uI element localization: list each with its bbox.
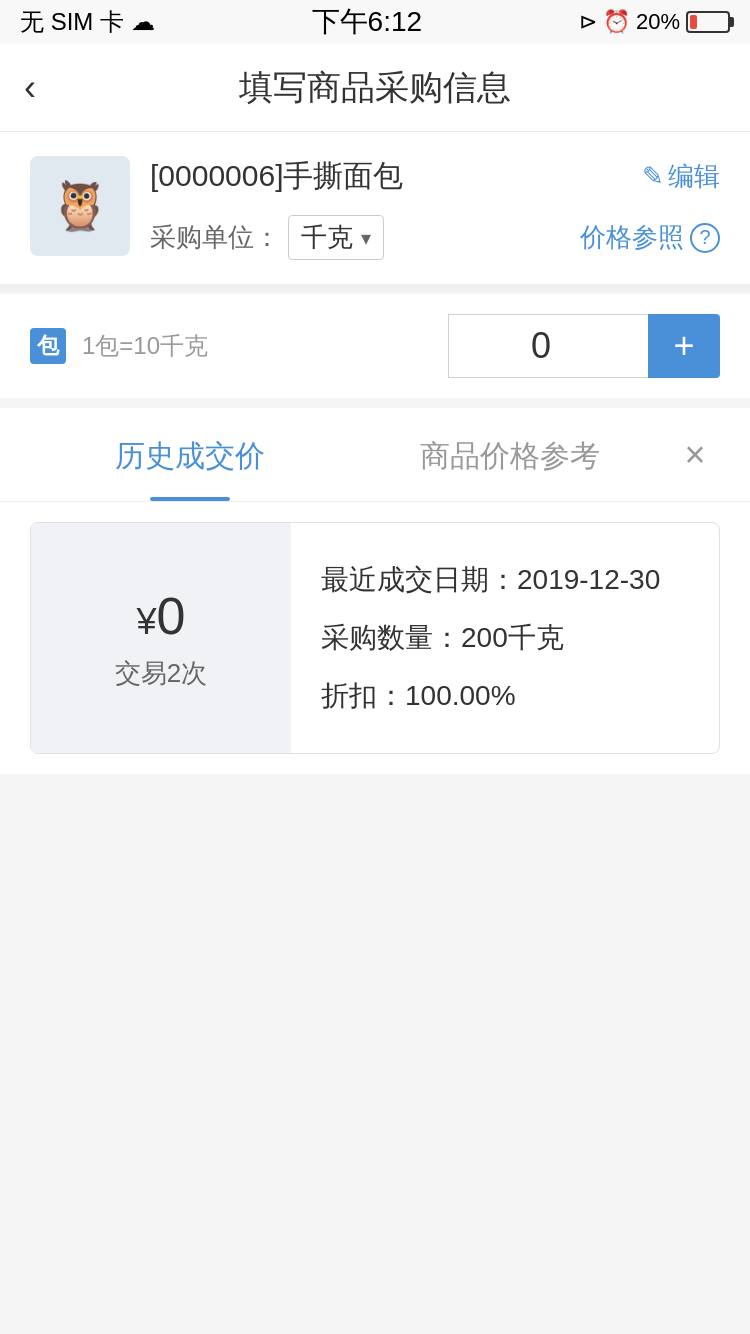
page-title: 填写商品采购信息 — [239, 65, 511, 111]
detail-qty-row: 采购数量：200千克 — [321, 617, 689, 659]
product-name-row: [0000006]手撕面包 ✎ 编辑 — [150, 156, 720, 197]
quantity-sub-label: 1包=10千克 — [82, 330, 208, 362]
status-bar: 无 SIM 卡 ☁ 下午6:12 ⊳ ⏰ 20% — [0, 0, 750, 44]
edit-icon: ✎ — [642, 161, 664, 192]
status-time: 下午6:12 — [312, 3, 423, 41]
product-thumbnail: 🦉 — [30, 156, 130, 256]
back-button[interactable]: ‹ — [24, 67, 36, 109]
alarm-icon: ⏰ — [603, 9, 630, 35]
header: ‹ 填写商品采购信息 — [0, 44, 750, 132]
detail-date-row: 最近成交日期：2019-12-30 — [321, 559, 689, 601]
tab-close-button[interactable]: × — [670, 430, 720, 480]
price-ref-label: 价格参照 — [580, 220, 684, 255]
sim-label: 无 SIM 卡 ☁ — [20, 6, 155, 38]
qty-detail-value: 200千克 — [461, 622, 564, 653]
quantity-input-group: + — [448, 314, 720, 378]
qty-detail-label: 采购数量： — [321, 622, 461, 653]
quantity-input[interactable] — [448, 314, 648, 378]
tabs-section: 历史成交价 商品价格参考 × — [0, 408, 750, 502]
trade-count: 交易2次 — [115, 656, 207, 691]
status-right: ⊳ ⏰ 20% — [579, 9, 730, 35]
price-ref-help-icon: ? — [690, 223, 720, 253]
quantity-label-group: 包 1包=10千克 — [30, 328, 208, 364]
unit-select[interactable]: 千克 ▾ — [288, 215, 384, 260]
discount-label: 折扣： — [321, 680, 405, 711]
date-value: 2019-12-30 — [517, 564, 660, 595]
battery-icon — [686, 11, 730, 33]
edit-label: 编辑 — [668, 159, 720, 194]
tabs-row: 历史成交价 商品价格参考 × — [0, 408, 750, 501]
dropdown-arrow-icon: ▾ — [361, 226, 371, 250]
card-left: ¥0 交易2次 — [31, 523, 291, 753]
status-left: 无 SIM 卡 ☁ — [20, 6, 155, 38]
date-label: 最近成交日期： — [321, 564, 517, 595]
card-area: ¥0 交易2次 最近成交日期：2019-12-30 采购数量：200千克 折扣：… — [0, 502, 750, 774]
quantity-unit-box: 包 — [30, 328, 66, 364]
price-symbol: ¥ — [137, 601, 157, 642]
tab-product-price-ref[interactable]: 商品价格参考 — [350, 408, 670, 501]
unit-row: 采购单位： 千克 ▾ 价格参照 ? — [150, 215, 720, 260]
discount-value: 100.00% — [405, 680, 516, 711]
quantity-section: 包 1包=10千克 + — [0, 294, 750, 398]
history-card: ¥0 交易2次 最近成交日期：2019-12-30 采购数量：200千克 折扣：… — [30, 522, 720, 754]
tab-history-price[interactable]: 历史成交价 — [30, 408, 350, 501]
detail-discount-row: 折扣：100.00% — [321, 675, 689, 717]
location-icon: ⊳ — [579, 9, 597, 35]
battery-percent: 20% — [636, 9, 680, 35]
product-thumb-icon: 🦉 — [50, 178, 110, 234]
quantity-plus-button[interactable]: + — [648, 314, 720, 378]
product-info: [0000006]手撕面包 ✎ 编辑 采购单位： 千克 ▾ 价格参照 ? — [150, 156, 720, 260]
edit-button[interactable]: ✎ 编辑 — [642, 159, 720, 194]
section-divider — [0, 284, 750, 292]
unit-value: 千克 — [301, 220, 353, 255]
card-right: 最近成交日期：2019-12-30 采购数量：200千克 折扣：100.00% — [291, 523, 719, 753]
main-background — [0, 774, 750, 1334]
product-section: 🦉 [0000006]手撕面包 ✎ 编辑 采购单位： 千克 ▾ — [0, 132, 750, 284]
card-price: ¥0 — [137, 586, 186, 646]
product-name: [0000006]手撕面包 — [150, 156, 403, 197]
unit-label: 采购单位： — [150, 220, 280, 255]
price-ref-button[interactable]: 价格参照 ? — [580, 220, 720, 255]
